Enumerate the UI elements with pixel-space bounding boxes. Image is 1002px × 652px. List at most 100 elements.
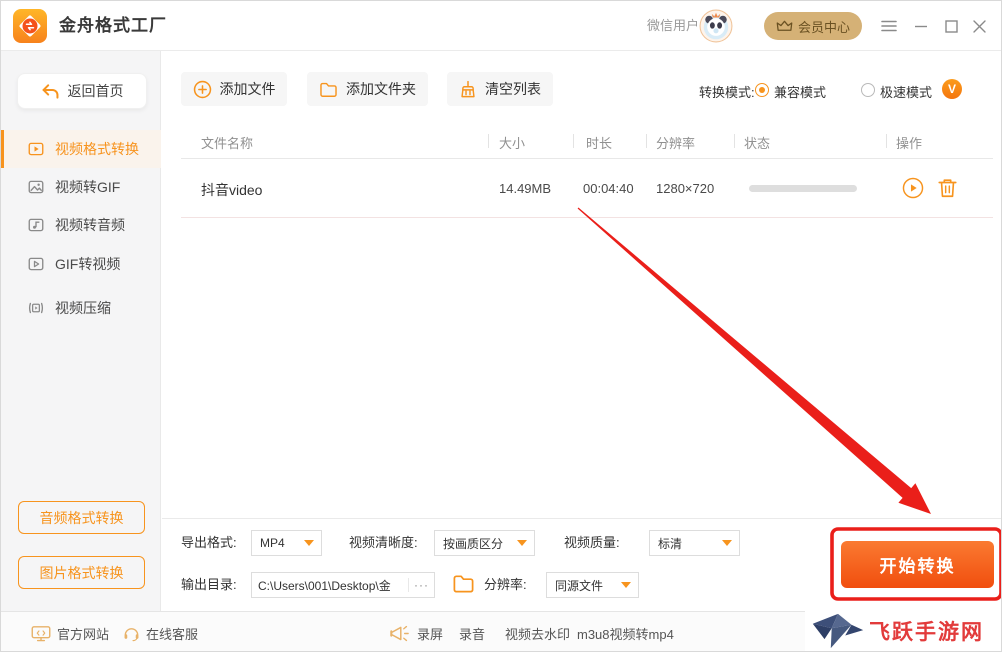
sidebar-item-label: 视频转GIF <box>55 179 121 195</box>
radio-compatible-mode[interactable] <box>755 83 769 97</box>
image-format-convert-label: 图片格式转换 <box>39 564 124 581</box>
chevron-down-icon <box>517 540 527 546</box>
sidebar-item-video-compress[interactable]: 视频压缩 <box>1 289 161 327</box>
out-resolution-select[interactable]: 同源文件 <box>546 572 639 598</box>
annotation-arrow <box>577 207 931 514</box>
user-label: 微信用户 <box>646 18 699 33</box>
output-dir-input[interactable]: C:\Users\001\Desktop\金 ··· <box>251 572 435 598</box>
compress-icon <box>28 302 44 314</box>
convert-mode-label: 转换模式: <box>699 85 755 100</box>
header-divider <box>734 134 735 148</box>
sidebar-item-label: 视频转音频 <box>55 217 125 233</box>
online-service-label: 在线客服 <box>146 626 199 642</box>
out-resolution-value: 同源文件 <box>555 578 604 593</box>
broom-icon <box>461 80 475 97</box>
member-center-button[interactable]: 会员中心 <box>764 12 862 40</box>
radio-fast-mode[interactable] <box>861 83 875 97</box>
col-header-duration: 时长 <box>586 136 613 151</box>
megaphone-icon <box>390 625 409 642</box>
header-divider <box>488 134 489 148</box>
header-divider <box>886 134 887 148</box>
back-home-label: 返回首页 <box>67 83 124 99</box>
footer-link-remove-watermark[interactable]: 视频去水印 <box>505 612 570 651</box>
vip-badge[interactable]: V <box>942 79 962 99</box>
official-site-link[interactable]: 官方网站 <box>31 612 110 651</box>
play-rect-icon <box>28 257 44 271</box>
footer-link-label: 录屏 <box>417 626 444 642</box>
bird-logo-icon <box>812 613 864 648</box>
delete-row-button[interactable] <box>937 177 958 199</box>
out-resolution-label: 分辨率: <box>484 577 527 592</box>
footer-link-audio-record[interactable]: 录音 <box>459 612 486 651</box>
watermark-text: 飞跃手游网 <box>869 620 984 644</box>
col-header-status: 状态 <box>744 136 771 151</box>
image-format-convert-button[interactable]: 图片格式转换 <box>18 556 145 589</box>
play-row-button[interactable] <box>902 177 924 199</box>
plus-circle-icon <box>193 80 211 98</box>
export-format-select[interactable]: MP4 <box>251 530 322 556</box>
online-service-link[interactable]: 在线客服 <box>123 612 199 651</box>
back-home-button[interactable]: 返回首页 <box>17 73 147 109</box>
sidebar-item-label: 视频压缩 <box>55 300 111 316</box>
start-convert-button[interactable]: 开始转换 <box>841 541 994 588</box>
export-format-value: MP4 <box>260 536 285 550</box>
close-button[interactable] <box>967 14 991 38</box>
header-divider <box>646 134 647 148</box>
menu-icon[interactable] <box>877 14 901 38</box>
sidebar-item-gif-to-video[interactable]: GIF转视频 <box>1 245 161 283</box>
add-file-button[interactable]: 添加文件 <box>181 72 287 106</box>
footer-link-m3u8-to-mp4[interactable]: m3u8视频转mp4 <box>577 612 674 651</box>
clarity-label: 视频清晰度: <box>349 535 418 550</box>
sidebar-item-video-to-audio[interactable]: 视频转音频 <box>1 206 161 244</box>
header-divider <box>573 134 574 148</box>
clarity-select[interactable]: 按画质区分 <box>434 530 535 556</box>
open-folder-icon[interactable] <box>452 573 475 594</box>
header-underline <box>181 158 993 159</box>
fast-mode-label[interactable]: 极速模式 <box>880 82 932 101</box>
sidebar-item-video-to-gif[interactable]: 视频转GIF <box>1 168 161 206</box>
cell-size: 14.49MB <box>499 181 552 196</box>
sidebar-item-video-convert[interactable]: 视频格式转换 <box>1 130 161 168</box>
output-dir-value: C:\Users\001\Desktop\金 <box>258 578 391 593</box>
footer-link-label: m3u8视频转mp4 <box>577 626 674 642</box>
quality-select[interactable]: 标清 <box>649 530 740 556</box>
browse-dots-button[interactable]: ··· <box>408 578 434 592</box>
col-header-action: 操作 <box>896 136 923 151</box>
add-folder-label: 添加文件夹 <box>346 81 416 97</box>
music-icon <box>28 218 44 232</box>
clear-list-button[interactable]: 清空列表 <box>447 72 553 106</box>
progress-bar <box>749 185 857 192</box>
audio-format-convert-button[interactable]: 音频格式转换 <box>18 501 145 534</box>
chevron-down-icon <box>304 540 314 546</box>
col-header-size: 大小 <box>499 136 526 151</box>
user-avatar[interactable] <box>699 9 733 43</box>
official-site-label: 官方网站 <box>57 626 110 642</box>
folder-icon <box>320 82 337 97</box>
output-dir-label: 输出目录: <box>181 577 237 592</box>
audio-format-convert-label: 音频格式转换 <box>39 509 124 526</box>
footer-link-screen-record[interactable]: 录屏 <box>417 612 444 651</box>
title-bar: 金舟格式工厂 微信用户 会员中心 <box>1 1 1001 51</box>
export-format-label: 导出格式: <box>181 535 237 550</box>
cell-resolution: 1280×720 <box>656 181 715 196</box>
app-logo-icon <box>13 9 47 43</box>
clarity-value: 按画质区分 <box>443 536 504 551</box>
member-center-label: 会员中心 <box>797 19 850 35</box>
footer-link-label: 录音 <box>459 626 486 642</box>
quality-value: 标清 <box>658 536 683 551</box>
col-header-filename: 文件名称 <box>201 136 254 151</box>
back-arrow-icon <box>42 83 58 99</box>
cell-filename: 抖音video <box>201 182 263 198</box>
compatible-mode-label[interactable]: 兼容模式 <box>774 82 826 101</box>
video-icon <box>28 142 44 156</box>
sidebar: 返回首页 视频格式转换 视频转GIF 视频转音频 GIF转视频 视频压缩 音频格… <box>1 51 161 611</box>
row-underline <box>181 217 993 218</box>
minimize-button[interactable] <box>909 14 933 38</box>
cell-duration: 00:04:40 <box>583 181 634 196</box>
image-icon <box>28 180 44 194</box>
sidebar-item-label: GIF转视频 <box>55 256 121 272</box>
add-folder-button[interactable]: 添加文件夹 <box>307 72 428 106</box>
add-file-label: 添加文件 <box>219 81 276 97</box>
quality-label: 视频质量: <box>564 535 620 550</box>
maximize-button[interactable] <box>939 14 963 38</box>
